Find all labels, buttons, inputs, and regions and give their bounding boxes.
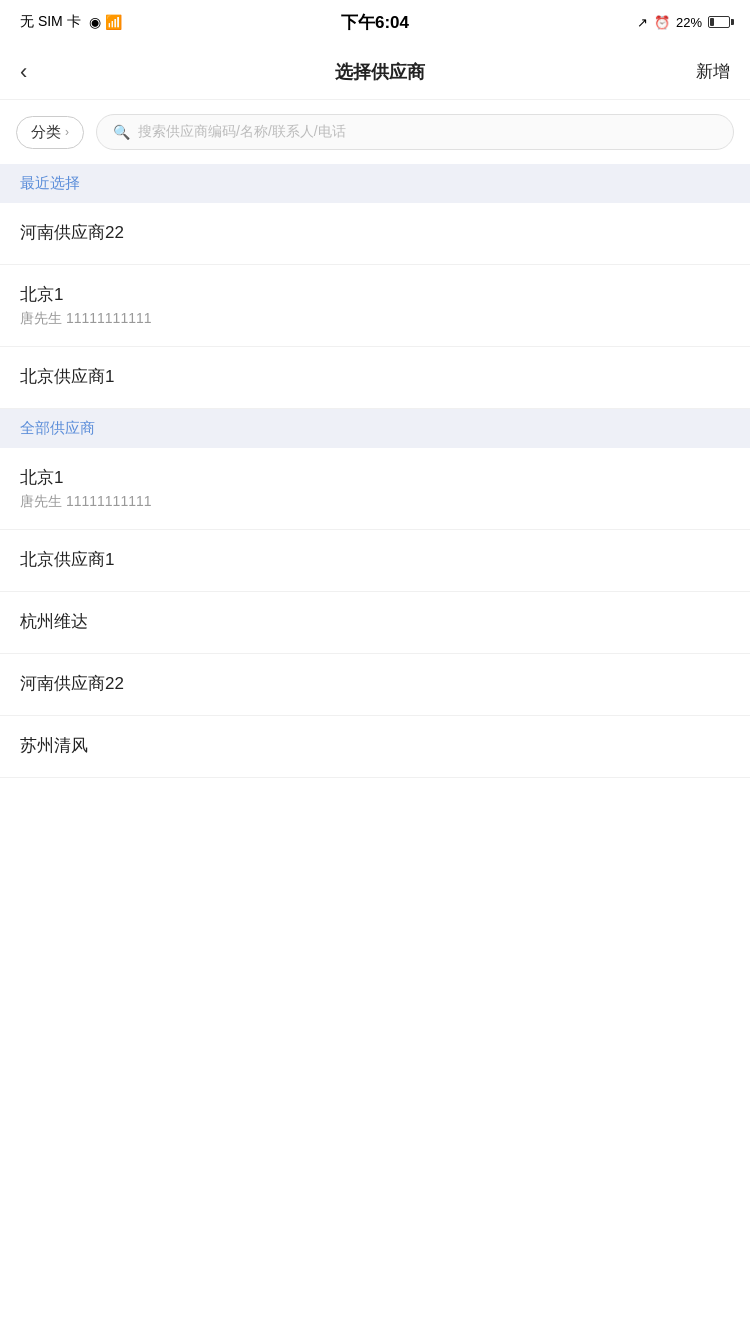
all-item-1[interactable]: 北京供应商1 xyxy=(0,530,750,592)
add-button[interactable]: 新增 xyxy=(696,60,730,83)
filter-bar: 分类 › 🔍 搜索供应商编码/名称/联系人/电话 xyxy=(0,100,750,164)
recent-item-2[interactable]: 北京供应商1 xyxy=(0,347,750,409)
nav-bar: ‹ 选择供应商 新增 xyxy=(0,44,750,100)
all-item-2[interactable]: 杭州维达 xyxy=(0,592,750,654)
all-item-name-4: 苏州清风 xyxy=(20,734,730,757)
recent-item-name-1: 北京1 xyxy=(20,283,730,306)
all-item-name-3: 河南供应商22 xyxy=(20,672,730,695)
recent-item-1[interactable]: 北京1 唐先生 11111111111 xyxy=(0,265,750,347)
recent-section-label: 最近选择 xyxy=(20,174,80,191)
wifi-icon: ◉ 📶 xyxy=(89,14,122,30)
recent-item-sub-1: 唐先生 11111111111 xyxy=(20,310,730,328)
status-bar: 无 SIM 卡 ◉ 📶 下午6:04 ↗ ⏰ 22% xyxy=(0,0,750,44)
recent-item-0[interactable]: 河南供应商22 xyxy=(0,203,750,265)
location-icon: ↗ xyxy=(637,15,648,30)
status-left: 无 SIM 卡 ◉ 📶 xyxy=(20,13,122,31)
battery-icon xyxy=(708,16,730,28)
all-section-label: 全部供应商 xyxy=(20,419,95,436)
all-item-name-2: 杭州维达 xyxy=(20,610,730,633)
battery-percentage: 22% xyxy=(676,15,702,30)
all-section-header: 全部供应商 xyxy=(0,409,750,448)
alarm-icon: ⏰ xyxy=(654,15,670,30)
page-title: 选择供应商 xyxy=(335,60,425,84)
search-placeholder: 搜索供应商编码/名称/联系人/电话 xyxy=(138,123,346,141)
search-box[interactable]: 🔍 搜索供应商编码/名称/联系人/电话 xyxy=(96,114,734,150)
category-filter-button[interactable]: 分类 › xyxy=(16,116,84,149)
recent-item-name-2: 北京供应商1 xyxy=(20,365,730,388)
recent-item-name-0: 河南供应商22 xyxy=(20,221,730,244)
recent-items-list: 河南供应商22 北京1 唐先生 11111111111 北京供应商1 xyxy=(0,203,750,409)
all-item-name-1: 北京供应商1 xyxy=(20,548,730,571)
search-icon: 🔍 xyxy=(113,124,130,140)
recent-section-header: 最近选择 xyxy=(0,164,750,203)
category-label: 分类 xyxy=(31,123,61,142)
status-time: 下午6:04 xyxy=(341,11,409,34)
chevron-right-icon: › xyxy=(65,125,69,139)
carrier-text: 无 SIM 卡 xyxy=(20,13,81,31)
all-item-sub-0: 唐先生 11111111111 xyxy=(20,493,730,511)
all-item-3[interactable]: 河南供应商22 xyxy=(0,654,750,716)
back-button[interactable]: ‹ xyxy=(20,59,64,85)
status-right: ↗ ⏰ 22% xyxy=(637,15,730,30)
all-item-0[interactable]: 北京1 唐先生 11111111111 xyxy=(0,448,750,530)
all-items-list: 北京1 唐先生 11111111111 北京供应商1 杭州维达 河南供应商22 … xyxy=(0,448,750,778)
all-item-name-0: 北京1 xyxy=(20,466,730,489)
all-item-4[interactable]: 苏州清风 xyxy=(0,716,750,778)
